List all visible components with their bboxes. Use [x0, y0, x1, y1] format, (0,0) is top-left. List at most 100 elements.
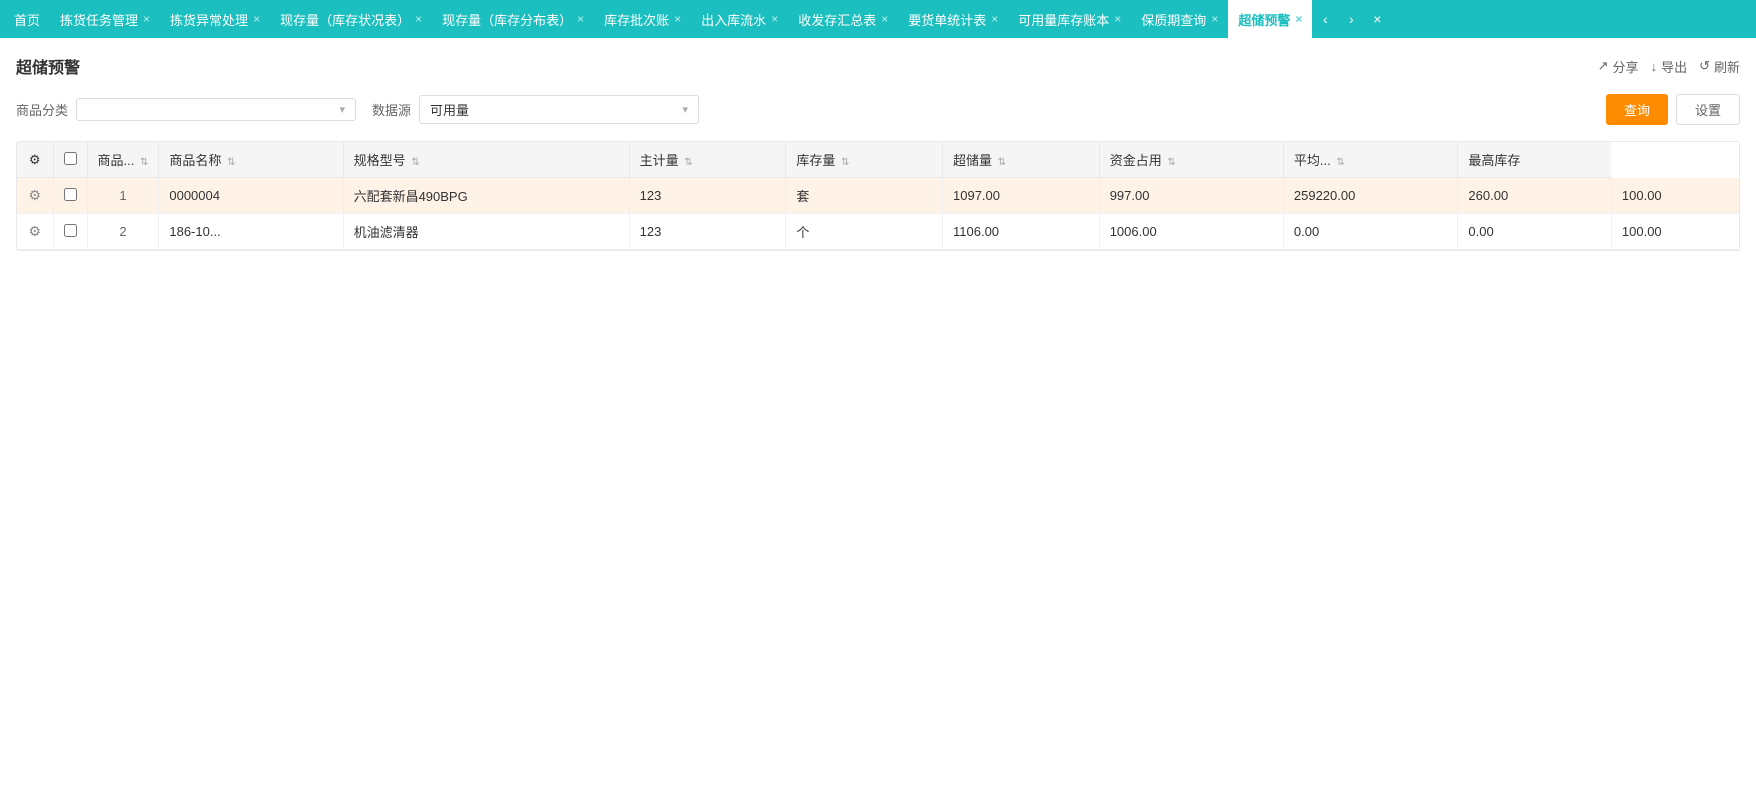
data-table: ⚙ 商品... ⇅ 商品名称 ⇅ 规格型号 ⇅ [17, 142, 1739, 250]
nav-item-stock-status[interactable]: 现存量（库存状况表） × [270, 0, 432, 38]
nav-close-order-stat[interactable]: × [991, 12, 998, 26]
row-gear-icon[interactable]: ⚙ [28, 223, 41, 239]
nav-item-stock-dist[interactable]: 现存量（库存分布表） × [432, 0, 594, 38]
table-header-unit[interactable]: 主计量 ⇅ [629, 142, 786, 178]
nav-item-home-label: 首页 [14, 10, 40, 29]
row-gear-cell: ⚙ [17, 214, 53, 250]
nav-item-stock-dist-label: 现存量（库存分布表） [442, 10, 572, 29]
nav-item-quality-check[interactable]: 保质期查询 × [1131, 0, 1228, 38]
row-product-code: 0000004 [159, 178, 343, 214]
row-checkbox[interactable] [64, 188, 77, 201]
sort-spec-icon: ⇅ [411, 157, 419, 168]
nav-close-stock-dist[interactable]: × [577, 12, 584, 26]
nav-item-available-account[interactable]: 可用量库存账本 × [1008, 0, 1131, 38]
table-header-checkbox [53, 142, 87, 178]
table-row: ⚙ 1 0000004 六配套新昌490BPG 123 套 1097.00 99… [17, 178, 1739, 214]
nav-close-exception-handling[interactable]: × [253, 12, 260, 26]
sort-product-code-icon: ⇅ [140, 157, 148, 168]
row-capital-occupied: 0.00 [1283, 214, 1458, 250]
page-header: 超储预警 ↗ 分享 ↓ 导出 ↺ 刷新 [16, 54, 1740, 78]
row-overstock-qty: 1006.00 [1099, 214, 1283, 250]
refresh-label: 刷新 [1714, 57, 1740, 76]
share-button[interactable]: ↗ 分享 [1598, 57, 1639, 76]
row-overstock-qty: 997.00 [1099, 178, 1283, 214]
nav-close-quality-check[interactable]: × [1211, 12, 1218, 26]
row-avg: 0.00 [1458, 214, 1611, 250]
nav-prev-arrow[interactable]: ‹ [1312, 6, 1338, 32]
row-gear-icon[interactable]: ⚙ [28, 187, 41, 203]
nav-close-overstock-warning[interactable]: × [1295, 12, 1302, 26]
row-product-name: 机油滤清器 [343, 214, 629, 250]
sort-avg-icon: ⇅ [1336, 157, 1344, 168]
data-table-container: ⚙ 商品... ⇅ 商品名称 ⇅ 规格型号 ⇅ [16, 141, 1740, 251]
row-product-name: 六配套新昌490BPG [343, 178, 629, 214]
page-content: 超储预警 ↗ 分享 ↓ 导出 ↺ 刷新 商品分类 ▾ 数据源 [0, 38, 1756, 800]
table-header-product-code[interactable]: 商品... ⇅ [87, 142, 159, 178]
refresh-icon: ↺ [1699, 58, 1710, 74]
row-unit: 个 [786, 214, 943, 250]
nav-close-task-mgmt[interactable]: × [143, 12, 150, 26]
settings-button[interactable]: 设置 [1676, 94, 1740, 125]
nav-item-receive-send[interactable]: 收发存汇总表 × [788, 0, 898, 38]
export-button[interactable]: ↓ 导出 [1651, 57, 1688, 76]
row-checkbox-cell [53, 214, 87, 250]
table-header-spec[interactable]: 规格型号 ⇅ [343, 142, 629, 178]
category-chevron-icon: ▾ [339, 103, 345, 116]
row-stock-qty: 1106.00 [943, 214, 1100, 250]
nav-item-stock-status-label: 现存量（库存状况表） [280, 10, 410, 29]
nav-close-batch-account[interactable]: × [674, 12, 681, 26]
nav-close-available-account[interactable]: × [1114, 12, 1121, 26]
page-title: 超储预警 [16, 54, 80, 78]
nav-item-task-mgmt[interactable]: 拣货任务管理 × [50, 0, 160, 38]
table-header-product-name[interactable]: 商品名称 ⇅ [159, 142, 343, 178]
nav-item-exception-handling[interactable]: 拣货异常处理 × [160, 0, 270, 38]
select-all-checkbox[interactable] [64, 152, 77, 165]
nav-item-exception-handling-label: 拣货异常处理 [170, 10, 248, 29]
nav-item-batch-account[interactable]: 库存批次账 × [594, 0, 691, 38]
row-unit: 套 [786, 178, 943, 214]
sort-product-name-icon: ⇅ [227, 157, 235, 168]
nav-close-flow[interactable]: × [771, 12, 778, 26]
nav-more-arrow[interactable]: × [1364, 6, 1390, 32]
nav-item-flow-label: 出入库流水 [701, 10, 766, 29]
nav-item-available-account-label: 可用量库存账本 [1018, 10, 1109, 29]
nav-close-receive-send[interactable]: × [881, 12, 888, 26]
gear-header-icon[interactable]: ⚙ [29, 152, 41, 167]
datasource-select-value: 可用量 [430, 100, 469, 119]
table-header-capital-occupied[interactable]: 资金占用 ⇅ [1099, 142, 1283, 178]
nav-item-overstock-warning[interactable]: 超储预警 × [1228, 0, 1312, 38]
table-header-stock-qty[interactable]: 库存量 ⇅ [786, 142, 943, 178]
category-filter: 商品分类 ▾ [16, 98, 356, 121]
sort-stock-qty-icon: ⇅ [841, 157, 849, 168]
row-stock-qty: 1097.00 [943, 178, 1100, 214]
table-row: ⚙ 2 186-10... 机油滤清器 123 个 1106.00 1006.0… [17, 214, 1739, 250]
query-button[interactable]: 查询 [1606, 94, 1668, 125]
category-select[interactable]: ▾ [76, 98, 356, 121]
row-number: 2 [87, 214, 159, 250]
table-header-overstock-qty[interactable]: 超储量 ⇅ [943, 142, 1100, 178]
nav-item-home[interactable]: 首页 [4, 0, 50, 38]
header-actions: ↗ 分享 ↓ 导出 ↺ 刷新 [1598, 57, 1740, 76]
share-label: 分享 [1613, 57, 1639, 76]
row-spec: 123 [629, 178, 786, 214]
datasource-select[interactable]: 可用量 ▾ [419, 95, 699, 124]
row-checkbox[interactable] [64, 224, 77, 237]
row-max-stock: 100.00 [1611, 178, 1739, 214]
refresh-button[interactable]: ↺ 刷新 [1699, 57, 1740, 76]
table-header-avg[interactable]: 平均... ⇅ [1283, 142, 1458, 178]
nav-item-flow[interactable]: 出入库流水 × [691, 0, 788, 38]
filter-row: 商品分类 ▾ 数据源 可用量 ▾ 查询 设置 [16, 94, 1740, 125]
datasource-label: 数据源 [372, 100, 411, 119]
table-header-max-stock[interactable]: 最高库存 [1458, 142, 1611, 178]
nav-item-order-stat[interactable]: 要货单统计表 × [898, 0, 1008, 38]
nav-next-arrow[interactable]: › [1338, 6, 1364, 32]
nav-item-overstock-warning-label: 超储预警 [1238, 10, 1290, 29]
navigation-bar: 首页 拣货任务管理 × 拣货异常处理 × 现存量（库存状况表） × 现存量（库存… [0, 0, 1756, 38]
row-number: 1 [87, 178, 159, 214]
row-spec: 123 [629, 214, 786, 250]
sort-capital-icon: ⇅ [1167, 157, 1175, 168]
nav-close-stock-status[interactable]: × [415, 12, 422, 26]
filter-actions: 查询 设置 [1606, 94, 1740, 125]
category-label: 商品分类 [16, 100, 68, 119]
nav-item-task-mgmt-label: 拣货任务管理 [60, 10, 138, 29]
